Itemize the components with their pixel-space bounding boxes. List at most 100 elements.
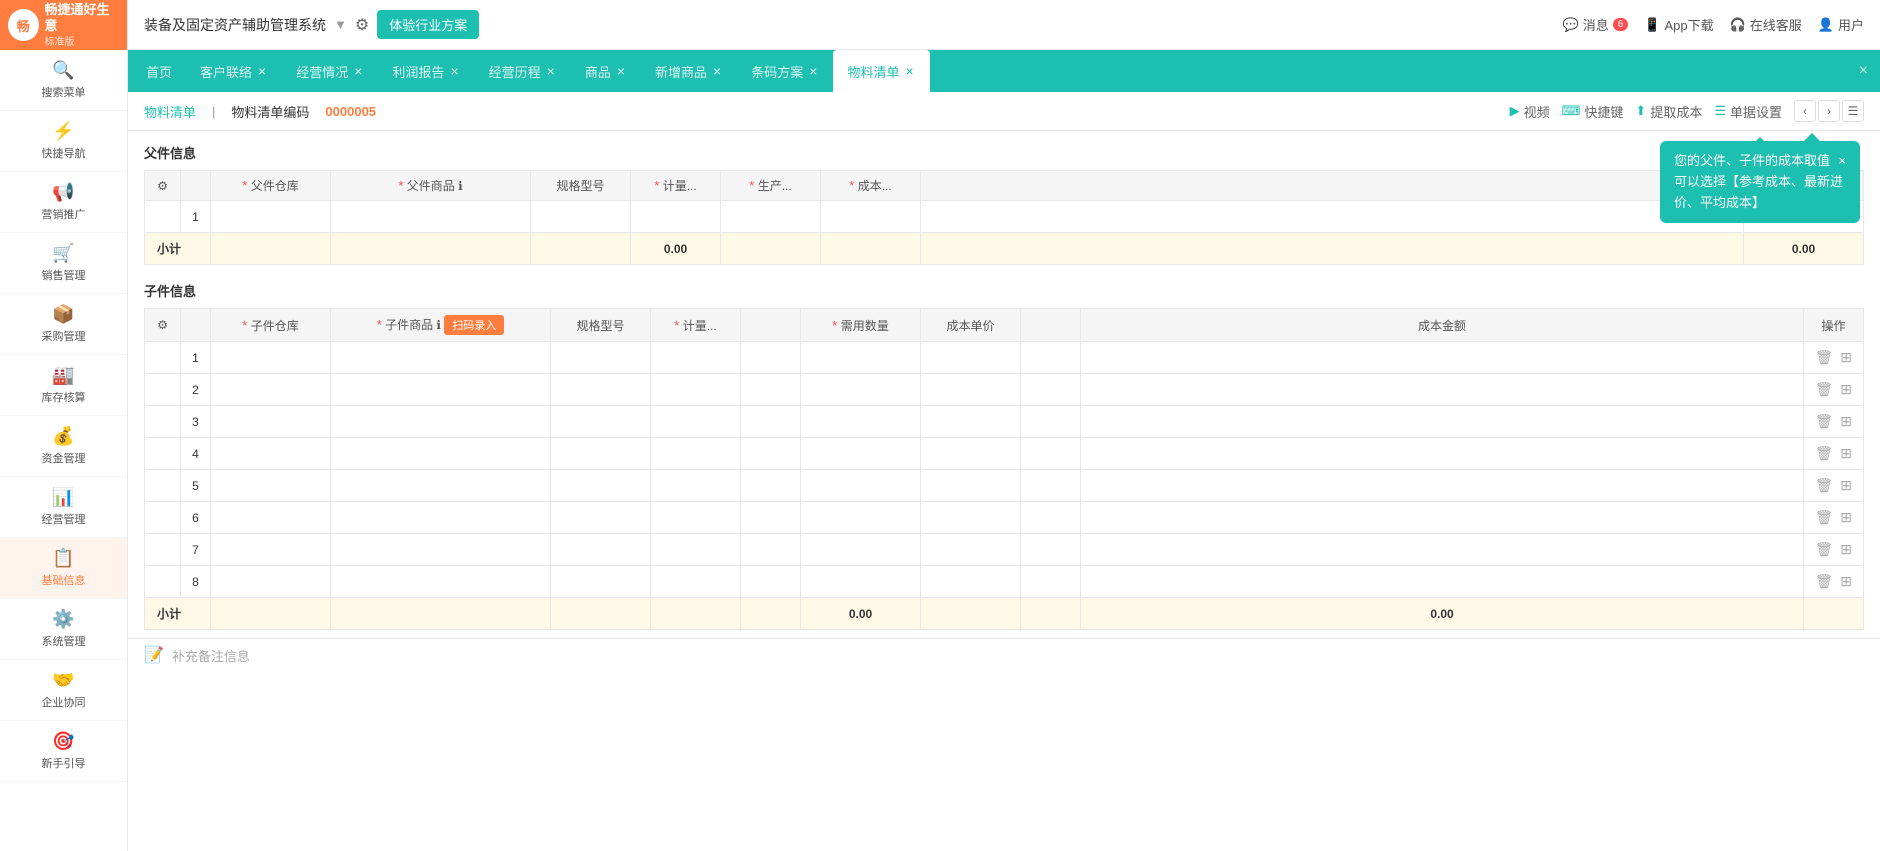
settings-gear-icon[interactable]: ⚙: [355, 15, 369, 35]
tab-customer-close[interactable]: ×: [256, 64, 268, 78]
delete-icon[interactable]: 🗑: [1815, 381, 1833, 397]
child-row7-unit[interactable]: [651, 534, 741, 566]
copy-icon[interactable]: ⊞: [1840, 509, 1852, 525]
child-row7-qty[interactable]: [801, 534, 921, 566]
child-row5-cost-amount[interactable]: [1081, 470, 1804, 502]
child-row8-unit-cost[interactable]: [921, 566, 1021, 598]
tab-bom[interactable]: 物料清单 ×: [833, 50, 929, 92]
child-row6-qty[interactable]: [801, 502, 921, 534]
child-row1-qty[interactable]: [801, 342, 921, 374]
tab-new-goods-close[interactable]: ×: [711, 64, 723, 78]
child-row4-spec[interactable]: [551, 438, 651, 470]
trial-button[interactable]: 体验行业方案: [377, 10, 479, 39]
sidebar-item-search[interactable]: 🔍 搜索菜单: [0, 50, 127, 111]
child-row7-unit-cost[interactable]: [921, 534, 1021, 566]
child-row8-product[interactable]: [331, 566, 551, 598]
delete-icon[interactable]: 🗑: [1815, 349, 1833, 365]
child-row4-cost-amount[interactable]: [1081, 438, 1804, 470]
child-row7-cost-amount[interactable]: [1081, 534, 1804, 566]
tab-goods[interactable]: 商品 ×: [571, 50, 641, 92]
child-row3-spec[interactable]: [551, 406, 651, 438]
sidebar-item-system[interactable]: ⚙️ 系统管理: [0, 599, 127, 660]
extract-cost-action[interactable]: ⬆ 提取成本: [1635, 102, 1702, 121]
tooltip-close-button[interactable]: ×: [1838, 151, 1846, 172]
child-row4-qty[interactable]: [801, 438, 921, 470]
copy-icon[interactable]: ⊞: [1840, 573, 1852, 589]
bottom-hint-text[interactable]: 补充备注信息: [172, 646, 250, 665]
tab-goods-close[interactable]: ×: [615, 64, 627, 78]
scan-input-button[interactable]: 扫码录入: [444, 315, 504, 335]
child-row1-unit[interactable]: [651, 342, 741, 374]
child-row8-unit[interactable]: [651, 566, 741, 598]
online-service-button[interactable]: 🎧 在线客服: [1730, 15, 1802, 34]
child-row5-product[interactable]: [331, 470, 551, 502]
child-row5-unit[interactable]: [651, 470, 741, 502]
parent-row1-cost[interactable]: [821, 201, 921, 233]
child-row3-warehouse[interactable]: [211, 406, 331, 438]
child-row7-product[interactable]: [331, 534, 551, 566]
child-row5-unit-cost[interactable]: [921, 470, 1021, 502]
sidebar-item-basic[interactable]: 📋 基础信息: [0, 538, 127, 599]
shortcut-action[interactable]: ⌨ 快捷键: [1562, 102, 1624, 121]
child-row6-warehouse[interactable]: [211, 502, 331, 534]
delete-icon[interactable]: 🗑: [1815, 477, 1833, 493]
parent-row1-product[interactable]: [331, 201, 531, 233]
sidebar-item-purchase[interactable]: 📦 采购管理: [0, 294, 127, 355]
child-row5-spec[interactable]: [551, 470, 651, 502]
sidebar-item-operation[interactable]: 📊 经营管理: [0, 477, 127, 538]
tab-barcode-close[interactable]: ×: [807, 64, 819, 78]
child-row4-warehouse[interactable]: [211, 438, 331, 470]
child-row2-qty[interactable]: [801, 374, 921, 406]
copy-icon[interactable]: ⊞: [1840, 541, 1852, 557]
app-download-button[interactable]: 📱 App下载: [1644, 15, 1713, 34]
child-row1-spec[interactable]: [551, 342, 651, 374]
tab-operation-status[interactable]: 经营情况 ×: [282, 50, 378, 92]
parent-row1-produce[interactable]: [721, 201, 821, 233]
child-row6-product[interactable]: [331, 502, 551, 534]
child-row4-product[interactable]: [331, 438, 551, 470]
sidebar-item-guide[interactable]: 🎯 新手引导: [0, 721, 127, 782]
tab-new-goods[interactable]: 新增商品 ×: [641, 50, 737, 92]
prev-arrow[interactable]: ‹: [1794, 100, 1816, 122]
child-row2-product[interactable]: [331, 374, 551, 406]
sidebar-item-sales[interactable]: 🛒 销售管理: [0, 233, 127, 294]
child-row6-unit[interactable]: [651, 502, 741, 534]
child-row2-cost-amount[interactable]: [1081, 374, 1804, 406]
child-row1-cost-amount[interactable]: [1081, 342, 1804, 374]
tab-profit-close[interactable]: ×: [448, 64, 460, 78]
system-dropdown-icon[interactable]: ▼: [334, 17, 347, 32]
sidebar-item-inventory[interactable]: 🏭 库存核算: [0, 355, 127, 416]
view-action[interactable]: ▶ 视频: [1510, 102, 1550, 121]
tab-barcode[interactable]: 条码方案 ×: [737, 50, 833, 92]
tab-home[interactable]: 首页: [132, 50, 186, 92]
child-row2-unit[interactable]: [651, 374, 741, 406]
child-row7-warehouse[interactable]: [211, 534, 331, 566]
sidebar-item-quick-nav[interactable]: ⚡ 快捷导航: [0, 111, 127, 172]
copy-icon[interactable]: ⊞: [1840, 349, 1852, 365]
copy-icon[interactable]: ⊞: [1840, 477, 1852, 493]
child-row2-warehouse[interactable]: [211, 374, 331, 406]
parent-th-settings[interactable]: ⚙: [145, 171, 181, 201]
list-view-btn[interactable]: ☰: [1842, 100, 1864, 122]
tab-customer[interactable]: 客户联络 ×: [186, 50, 282, 92]
child-row5-warehouse[interactable]: [211, 470, 331, 502]
delete-icon[interactable]: 🗑: [1815, 509, 1833, 525]
child-row7-spec[interactable]: [551, 534, 651, 566]
child-row6-cost-amount[interactable]: [1081, 502, 1804, 534]
tab-operation-status-close[interactable]: ×: [352, 64, 364, 78]
child-row4-unit-cost[interactable]: [921, 438, 1021, 470]
child-row3-cost-amount[interactable]: [1081, 406, 1804, 438]
child-row8-spec[interactable]: [551, 566, 651, 598]
child-row6-spec[interactable]: [551, 502, 651, 534]
child-row3-product[interactable]: [331, 406, 551, 438]
child-row5-qty[interactable]: [801, 470, 921, 502]
tab-operation-history-close[interactable]: ×: [545, 64, 557, 78]
child-row8-qty[interactable]: [801, 566, 921, 598]
child-row8-cost-amount[interactable]: [1081, 566, 1804, 598]
child-th-settings[interactable]: ⚙: [145, 309, 181, 342]
next-arrow[interactable]: ›: [1818, 100, 1840, 122]
tab-bom-close[interactable]: ×: [903, 64, 915, 78]
delete-icon[interactable]: 🗑: [1815, 445, 1833, 461]
copy-icon[interactable]: ⊞: [1840, 381, 1852, 397]
parent-row1-spec[interactable]: [531, 201, 631, 233]
